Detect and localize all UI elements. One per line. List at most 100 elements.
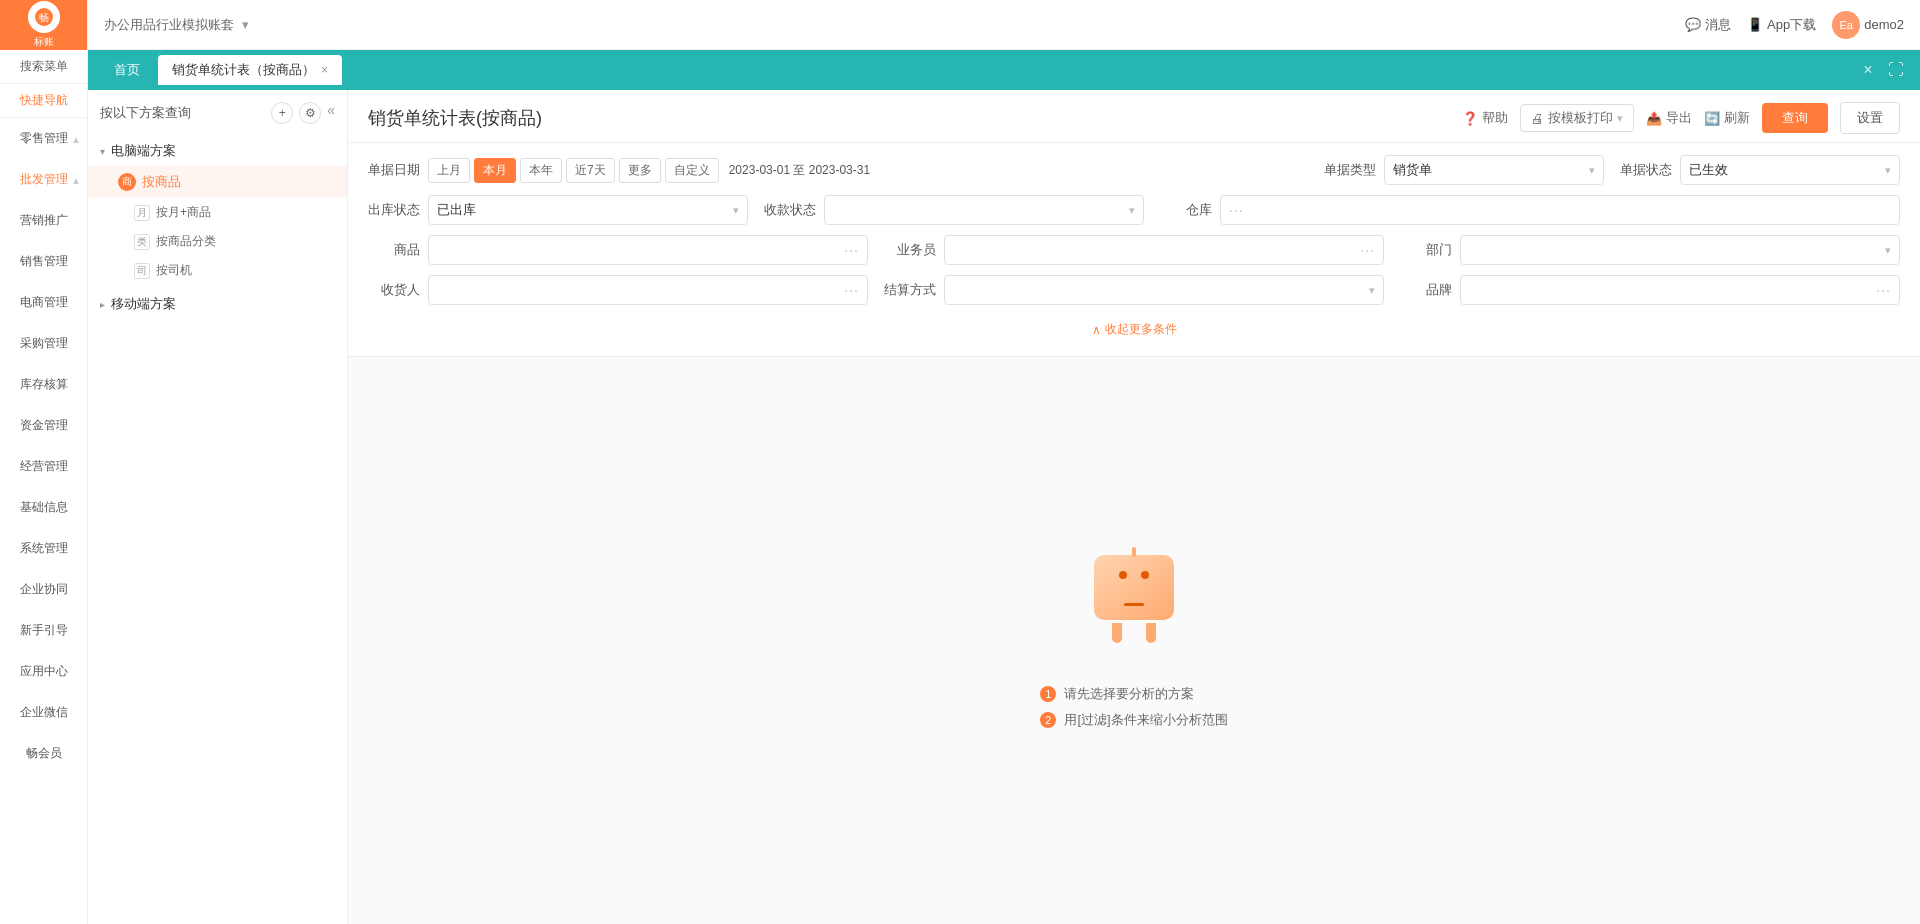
workspace-arrow[interactable]: ▾ (242, 17, 249, 32)
window-close-btn[interactable]: × (1856, 58, 1880, 82)
filter-docstatus-input[interactable]: 已生效 ▾ (1680, 155, 1900, 185)
tree-item-by-goods[interactable]: 商 按商品 (88, 166, 347, 198)
tree-item-icon-goods: 商 (118, 173, 136, 191)
sidebar-item-label-13: 应用中心 (20, 664, 68, 678)
filter-docstatus-value: 已生效 (1689, 161, 1728, 179)
filter-docstatus-label: 单据状态 (1620, 161, 1680, 179)
logo-text: 标账 (34, 35, 54, 49)
sidebar-item-5[interactable]: 采购管理 (0, 323, 87, 364)
sidebar-item-13[interactable]: 应用中心 (0, 651, 87, 692)
panel-collapse-btn[interactable]: « (327, 102, 335, 124)
sidebar-item-14[interactable]: 企业微信 (0, 692, 87, 733)
sidebar-item-7[interactable]: 资金管理 (0, 405, 87, 446)
sidebar-item-label-14: 企业微信 (20, 705, 68, 719)
warehouse-dots[interactable]: ··· (1229, 202, 1244, 218)
goods-dots[interactable]: ··· (844, 242, 859, 258)
sidebar-item-6[interactable]: 库存核算 (0, 364, 87, 405)
help-btn[interactable]: ❓ 帮助 (1462, 109, 1508, 127)
right-panel: 销货单统计表(按商品) ❓ 帮助 🖨 按模板打印 ▾ 📤 导出 (348, 90, 1920, 924)
tree-sub-category[interactable]: 类 按商品分类 (88, 227, 347, 256)
sidebar-item-3[interactable]: 销售管理 (0, 241, 87, 282)
settings-btn[interactable]: 设置 (1840, 102, 1900, 134)
message-label: 消息 (1705, 16, 1731, 34)
export-label: 导出 (1666, 109, 1692, 127)
window-maximize-btn[interactable]: ⛶ (1884, 58, 1908, 82)
sidebar-item-1[interactable]: 批发管理▲ (0, 159, 87, 200)
date-btn-more[interactable]: 更多 (619, 158, 661, 183)
sidebar-item-11[interactable]: 企业协同 (0, 569, 87, 610)
sidebar-item-0[interactable]: 零售管理▲ (0, 118, 87, 159)
main-area: 办公用品行业模拟账套 ▾ 💬 消息 📱 App下载 Ea demo2 首页 (88, 0, 1920, 924)
filter-dept-field: 部门 ▾ (1400, 235, 1900, 265)
tree-mobile-header[interactable]: ▸ 移动端方案 (88, 289, 347, 319)
filter-stockstatus-input[interactable]: 已出库 ▾ (428, 195, 748, 225)
print-btn[interactable]: 🖨 按模板打印 ▾ (1520, 104, 1634, 132)
dept-arrow: ▾ (1885, 244, 1891, 257)
message-btn[interactable]: 💬 消息 (1685, 16, 1731, 34)
tree-sub-driver[interactable]: 司 按司机 (88, 256, 347, 285)
tab-active[interactable]: 销货单统计表（按商品） × (158, 55, 342, 85)
filter-area: 单据日期 上月 本月 本年 近7天 更多 自定义 2023-03-01 至 20… (348, 143, 1920, 357)
tab-home[interactable]: 首页 (100, 55, 154, 85)
filter-dept-input[interactable]: ▾ (1460, 235, 1900, 265)
empty-state: 1 请先选择要分析的方案 2 用[过滤]条件来缩小分析范围 (348, 357, 1920, 924)
collapse-btn[interactable]: ∧ 收起更多条件 (368, 315, 1900, 344)
sidebar-item-label-6: 库存核算 (20, 377, 68, 391)
sidebar-item-12[interactable]: 新手引导 (0, 610, 87, 651)
filter-paymentstatus-label: 收款状态 (764, 201, 824, 219)
sidebar-item-label-3: 销售管理 (20, 254, 68, 268)
tab-close-btn[interactable]: × (321, 63, 328, 77)
filter-warehouse-input[interactable]: ··· (1220, 195, 1900, 225)
date-btn-7days[interactable]: 近7天 (566, 158, 615, 183)
empty-hint-1: 1 请先选择要分析的方案 (1040, 685, 1227, 703)
quick-nav[interactable]: 快捷导航 (0, 84, 87, 118)
date-btn-custom[interactable]: 自定义 (665, 158, 719, 183)
sidebar-item-8[interactable]: 经营管理 (0, 446, 87, 487)
date-btn-this-year[interactable]: 本年 (520, 158, 562, 183)
sidebar-item-2[interactable]: 营销推广 (0, 200, 87, 241)
date-filter-btns: 上月 本月 本年 近7天 更多 自定义 (428, 158, 719, 183)
brand-dots[interactable]: ··· (1876, 282, 1891, 298)
sidebar-item-label-15: 畅会员 (26, 746, 62, 760)
refresh-btn[interactable]: 🔄 刷新 (1704, 109, 1750, 127)
avatar: Ea (1832, 11, 1860, 39)
tree-desktop-header[interactable]: ▾ 电脑端方案 (88, 136, 347, 166)
sidebar-item-9[interactable]: 基础信息 (0, 487, 87, 528)
date-filter: 上月 本月 本年 近7天 更多 自定义 2023-03-01 至 2023-03… (428, 158, 1308, 183)
empty-hint-2-text: 用[过滤]条件来缩小分析范围 (1064, 711, 1227, 729)
filter-brand-input[interactable]: ··· (1460, 275, 1900, 305)
sidebar-item-arrow-1: ▲ (71, 174, 81, 185)
filter-stockstatus-value: 已出库 (437, 201, 476, 219)
filter-stockstatus-label: 出库状态 (368, 201, 428, 219)
export-icon: 📤 (1646, 111, 1662, 126)
filter-doctype-input[interactable]: 销货单 ▾ (1384, 155, 1604, 185)
filter-date-field: 单据日期 上月 本月 本年 近7天 更多 自定义 2023-03-01 至 20… (368, 158, 1308, 183)
filter-paymentstatus-input[interactable]: ▾ (824, 195, 1144, 225)
app-download-btn[interactable]: 📱 App下载 (1747, 16, 1816, 34)
sidebar-item-15[interactable]: 畅会员 (0, 733, 87, 774)
tree-sub-month-goods[interactable]: 月 按月+商品 (88, 198, 347, 227)
workspace-title: 办公用品行业模拟账套 (104, 16, 234, 34)
export-btn[interactable]: 📤 导出 (1646, 109, 1692, 127)
tree-arrow-desktop: ▾ (100, 146, 105, 157)
search-menu[interactable]: 搜索菜单 (0, 50, 87, 84)
filter-settlement-input[interactable]: ▾ (944, 275, 1384, 305)
sidebar-item-4[interactable]: 电商管理 (0, 282, 87, 323)
salesperson-dots[interactable]: ··· (1360, 242, 1375, 258)
app-logo[interactable]: 畅 标账 (0, 0, 87, 50)
filter-goods-input[interactable]: ··· (428, 235, 868, 265)
empty-hint-2: 2 用[过滤]条件来缩小分析范围 (1040, 711, 1227, 729)
filter-recipient-input[interactable]: ··· (428, 275, 868, 305)
user-profile[interactable]: Ea demo2 (1832, 11, 1904, 39)
panel-add-btn[interactable]: + (271, 102, 293, 124)
date-btn-last-month[interactable]: 上月 (428, 158, 470, 183)
tree-sub-icon-month: 月 (134, 205, 150, 221)
tree-sub-icon-category: 类 (134, 234, 150, 250)
date-btn-this-month[interactable]: 本月 (474, 158, 516, 183)
query-btn[interactable]: 查询 (1762, 103, 1828, 133)
filter-salesperson-input[interactable]: ··· (944, 235, 1384, 265)
svg-text:畅: 畅 (39, 12, 49, 23)
recipient-dots[interactable]: ··· (844, 282, 859, 298)
sidebar-item-10[interactable]: 系统管理 (0, 528, 87, 569)
panel-setting-btn[interactable]: ⚙ (299, 102, 321, 124)
